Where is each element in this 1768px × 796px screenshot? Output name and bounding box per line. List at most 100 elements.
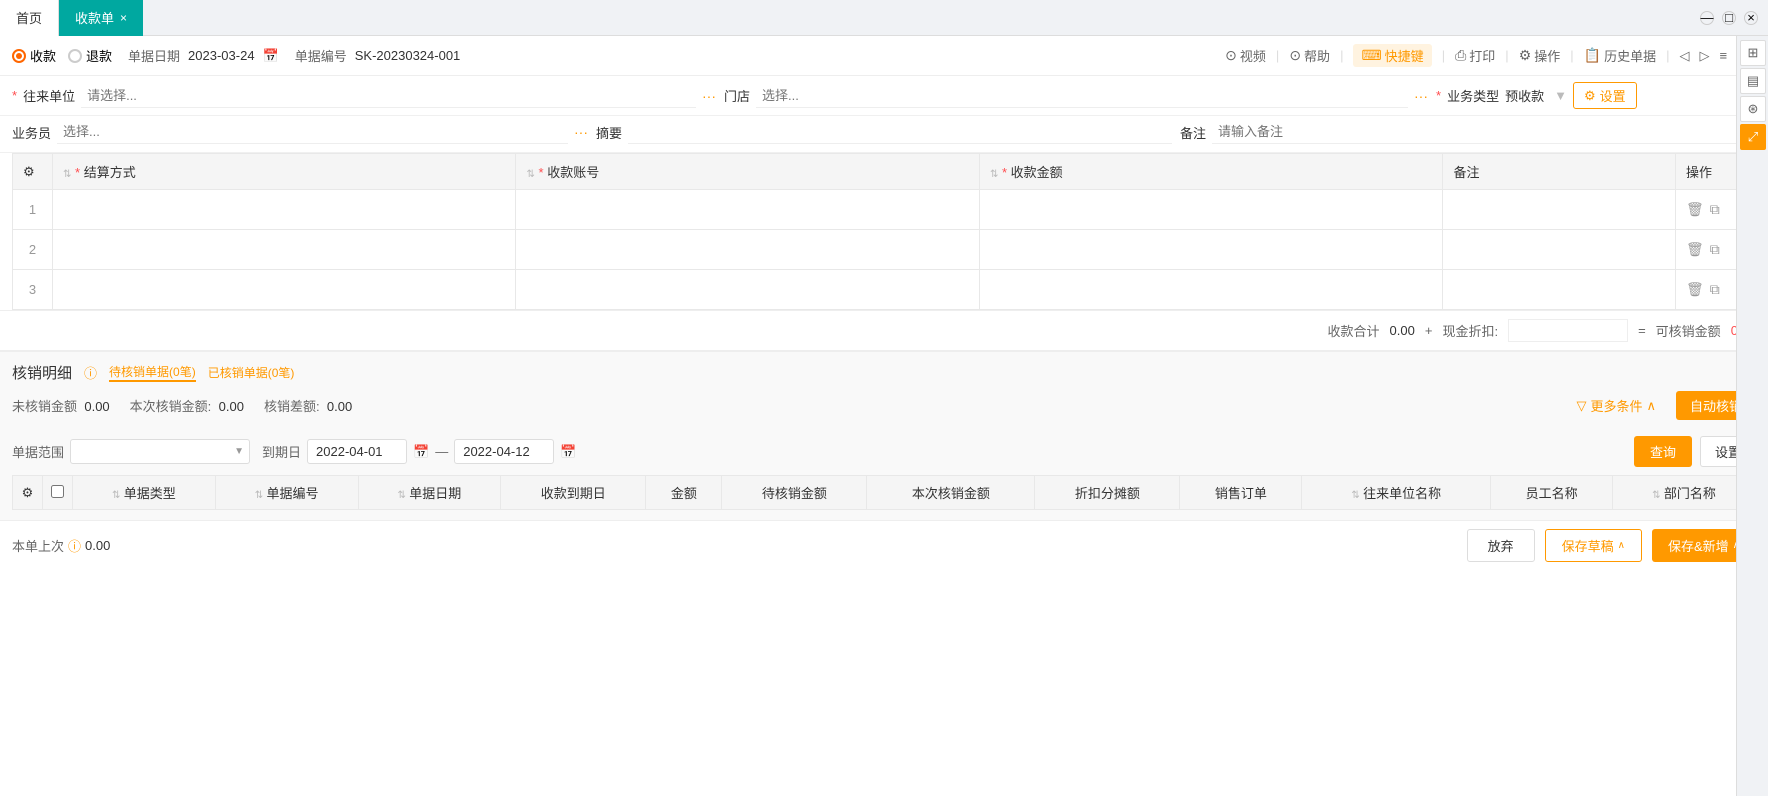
summary-input[interactable] bbox=[628, 120, 1172, 144]
query-button[interactable]: 查询 bbox=[1634, 436, 1692, 467]
salesman-label: 业务员 bbox=[12, 123, 51, 142]
delete-row-3-icon[interactable]: 🗑 bbox=[1686, 281, 1704, 298]
document-icon: ▤ bbox=[1747, 73, 1759, 89]
receipt-amount-1[interactable] bbox=[979, 190, 1442, 230]
receipt-account-3[interactable] bbox=[516, 270, 979, 310]
tab-home[interactable]: 首页 bbox=[0, 0, 59, 36]
delete-row-2-icon[interactable]: 🗑 bbox=[1686, 241, 1704, 258]
close-tab-icon[interactable]: × bbox=[120, 11, 127, 25]
date-label: 到期日 bbox=[262, 442, 301, 461]
equals-sign: = bbox=[1638, 323, 1646, 338]
date-filter: 到期日 📅 — 📅 bbox=[262, 439, 576, 464]
sidebar-link-icon-btn[interactable]: ⊛ bbox=[1740, 96, 1766, 122]
sidebar-document-icon-btn[interactable]: ▤ bbox=[1740, 68, 1766, 94]
doc-date-info: 单据日期 2023-03-24 📅 bbox=[128, 46, 279, 65]
shortcut-action[interactable]: ⌨ 快捷键 bbox=[1353, 44, 1431, 67]
nav-left-icon[interactable]: ◁ bbox=[1680, 48, 1690, 64]
tab-receipt[interactable]: 收款单 × bbox=[59, 0, 143, 36]
video-action[interactable]: ⊙ 视频 bbox=[1225, 46, 1266, 65]
salesman-more-icon[interactable]: ··· bbox=[574, 124, 588, 140]
remark-3[interactable] bbox=[1443, 270, 1676, 310]
settlement-method-2[interactable] bbox=[53, 230, 516, 270]
salesman-input[interactable] bbox=[57, 120, 568, 144]
receipt-radio[interactable]: 收款 bbox=[12, 46, 56, 65]
receipt-amount-2[interactable] bbox=[979, 230, 1442, 270]
main-container: 收款 退款 单据日期 2023-03-24 📅 单据编号 SK-20230324… bbox=[0, 36, 1768, 796]
gear-col-header[interactable]: ⚙ bbox=[13, 476, 43, 510]
verify-info-icon[interactable]: ⓘ bbox=[84, 363, 97, 382]
available-label: 可核销金额 bbox=[1656, 321, 1721, 340]
video-label: 视频 bbox=[1240, 46, 1266, 65]
settings-button[interactable]: ⚙ 设置 bbox=[1573, 82, 1637, 109]
calendar-icon[interactable]: 📅 bbox=[263, 48, 279, 64]
counterpart-input[interactable] bbox=[81, 84, 696, 108]
sort-icon-sm2: ⇅ bbox=[526, 169, 534, 180]
date-from-input[interactable] bbox=[307, 439, 407, 464]
salesman-field: 业务员 ··· bbox=[12, 120, 588, 144]
delete-row-1-icon[interactable]: 🗑 bbox=[1686, 201, 1704, 218]
discount-input[interactable] bbox=[1508, 319, 1628, 342]
remark-2[interactable] bbox=[1443, 230, 1676, 270]
layout-list-icon[interactable]: ≡ bbox=[1720, 48, 1728, 63]
operation-action[interactable]: ⚙ 操作 bbox=[1519, 46, 1561, 65]
history-action[interactable]: 📋 历史单据 bbox=[1584, 46, 1656, 65]
receipt-account-1[interactable] bbox=[516, 190, 979, 230]
abandon-button[interactable]: 放弃 bbox=[1467, 529, 1535, 562]
table-icon: ⊞ bbox=[1748, 45, 1759, 61]
store-more-icon[interactable]: ··· bbox=[1414, 88, 1428, 104]
doc-date-header: ⇅ 单据日期 bbox=[358, 476, 501, 510]
sidebar-expand-icon-btn[interactable]: ⤢ bbox=[1740, 124, 1766, 150]
checkbox-col-header[interactable] bbox=[43, 476, 73, 510]
receipt-amount-3[interactable] bbox=[979, 270, 1442, 310]
doc-no-value: SK-20230324-001 bbox=[355, 48, 461, 63]
doc-range-select[interactable] bbox=[70, 439, 250, 464]
print-label: 打印 bbox=[1469, 46, 1495, 65]
tab-bar: 首页 收款单 × — □ × bbox=[0, 0, 1768, 36]
date-to-calendar-icon[interactable]: 📅 bbox=[560, 444, 576, 460]
receipt-radio-label: 收款 bbox=[30, 46, 56, 65]
select-all-checkbox[interactable] bbox=[51, 485, 64, 498]
gear-column-header[interactable]: ⚙ bbox=[13, 154, 53, 190]
more-conditions-button[interactable]: ▽ 更多条件 ∧ bbox=[1576, 396, 1656, 415]
copy-row-1-icon[interactable]: ⧉ bbox=[1710, 201, 1720, 218]
business-type-dropdown-icon[interactable]: ▼ bbox=[1554, 88, 1567, 103]
copy-row-2-icon[interactable]: ⧉ bbox=[1710, 241, 1720, 258]
copy-row-3-icon[interactable]: ⧉ bbox=[1710, 281, 1720, 298]
table-row: 3 🗑 ⧉ bbox=[13, 270, 1756, 310]
save-draft-button[interactable]: 保存草稿 ∧ bbox=[1545, 529, 1642, 562]
current-value: 0.00 bbox=[219, 399, 244, 414]
refund-radio[interactable]: 退款 bbox=[68, 46, 112, 65]
receipt-account-2[interactable] bbox=[516, 230, 979, 270]
nav-right-icon[interactable]: ▷ bbox=[1700, 48, 1710, 64]
remark-header: 备注 bbox=[1443, 154, 1676, 190]
help-action[interactable]: ⊙ 帮助 bbox=[1289, 46, 1330, 65]
settlement-method-3[interactable] bbox=[53, 270, 516, 310]
settlement-method-header[interactable]: ⇅ * 结算方式 bbox=[53, 154, 516, 190]
receipt-account-header[interactable]: ⇅ * 收款账号 bbox=[516, 154, 979, 190]
doc-range-label: 单据范围 bbox=[12, 442, 64, 461]
remark-1[interactable] bbox=[1443, 190, 1676, 230]
sort-icon-b5: ⇅ bbox=[1652, 490, 1660, 501]
remark-input[interactable] bbox=[1212, 120, 1756, 144]
pending-tab-link[interactable]: 待核销单据(0笔) bbox=[109, 363, 196, 382]
minimize-button[interactable]: — bbox=[1700, 11, 1714, 25]
settlement-method-1[interactable] bbox=[53, 190, 516, 230]
business-type-value: 预收款 bbox=[1505, 86, 1544, 105]
form-row1: * 往来单位 ··· 门店 ··· * 业务类型 预收款 ▼ ⚙ 设置 bbox=[0, 76, 1768, 116]
date-to-input[interactable] bbox=[454, 439, 554, 464]
close-window-button[interactable]: × bbox=[1744, 11, 1758, 25]
maximize-button[interactable]: □ bbox=[1722, 11, 1736, 25]
total-label: 收款合计 bbox=[1328, 321, 1380, 340]
verify-title: 核销明细 bbox=[12, 362, 72, 383]
done-tab-link[interactable]: 已核销单据(0笔) bbox=[208, 364, 295, 381]
counterpart-more-icon[interactable]: ··· bbox=[702, 88, 716, 104]
store-input[interactable] bbox=[756, 84, 1408, 108]
business-type-label: 业务类型 bbox=[1447, 86, 1499, 105]
more-conditions-label: 更多条件 bbox=[1590, 396, 1642, 415]
footer-info-icon[interactable]: ⓘ bbox=[68, 536, 81, 555]
receipt-amount-header[interactable]: ⇅ * 收款金额 bbox=[979, 154, 1442, 190]
sidebar-table-icon-btn[interactable]: ⊞ bbox=[1740, 40, 1766, 66]
footer-bar: 本单上次 ⓘ 0.00 放弃 保存草稿 ∧ 保存&新增 ∧ bbox=[0, 520, 1768, 570]
date-from-calendar-icon[interactable]: 📅 bbox=[413, 444, 429, 460]
print-action[interactable]: ⎙ 打印 bbox=[1455, 46, 1495, 65]
